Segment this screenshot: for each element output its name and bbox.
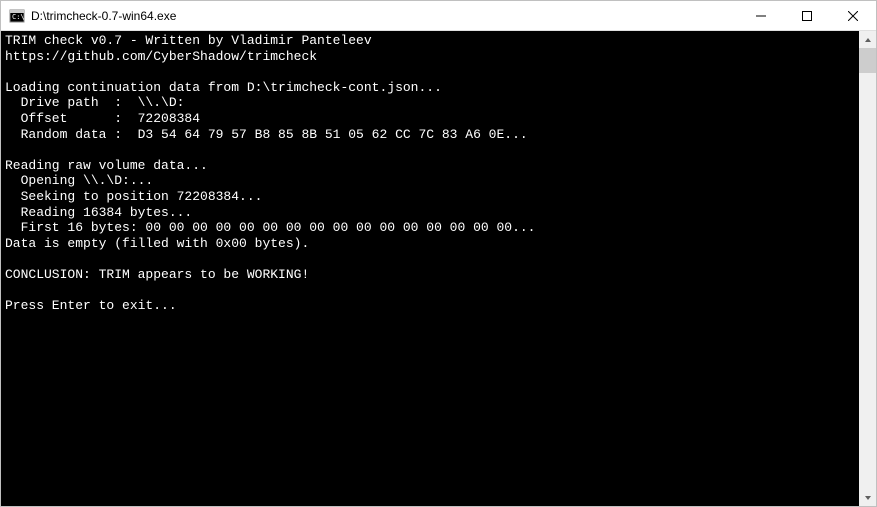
window-titlebar: C:\ D:\trimcheck-0.7-win64.exe xyxy=(1,1,876,31)
minimize-button[interactable] xyxy=(738,1,784,30)
console-line: Loading continuation data from D:\trimch… xyxy=(5,80,855,96)
console-line: TRIM check v0.7 - Written by Vladimir Pa… xyxy=(5,33,855,49)
scrollbar-track[interactable] xyxy=(859,48,876,489)
console-line: https://github.com/CyberShadow/trimcheck xyxy=(5,49,855,65)
console-line xyxy=(5,142,855,158)
scroll-down-button[interactable] xyxy=(859,489,876,506)
console-line xyxy=(5,283,855,299)
console-line: Seeking to position 72208384... xyxy=(5,189,855,205)
console-area: TRIM check v0.7 - Written by Vladimir Pa… xyxy=(1,31,876,506)
console-line xyxy=(5,251,855,267)
app-icon: C:\ xyxy=(9,8,25,24)
close-button[interactable] xyxy=(830,1,876,30)
console-line: Data is empty (filled with 0x00 bytes). xyxy=(5,236,855,252)
svg-text:C:\: C:\ xyxy=(12,13,25,21)
console-line: CONCLUSION: TRIM appears to be WORKING! xyxy=(5,267,855,283)
console-line: Drive path : \\.\D: xyxy=(5,95,855,111)
console-line: Reading 16384 bytes... xyxy=(5,205,855,221)
console-output[interactable]: TRIM check v0.7 - Written by Vladimir Pa… xyxy=(1,31,859,506)
console-line: First 16 bytes: 00 00 00 00 00 00 00 00 … xyxy=(5,220,855,236)
console-line: Reading raw volume data... xyxy=(5,158,855,174)
console-line: Random data : D3 54 64 79 57 B8 85 8B 51… xyxy=(5,127,855,143)
scrollbar-thumb[interactable] xyxy=(859,48,876,73)
scroll-up-button[interactable] xyxy=(859,31,876,48)
window-controls xyxy=(738,1,876,30)
vertical-scrollbar[interactable] xyxy=(859,31,876,506)
window-title: D:\trimcheck-0.7-win64.exe xyxy=(31,9,738,23)
console-line: Press Enter to exit... xyxy=(5,298,855,314)
console-line xyxy=(5,64,855,80)
console-line: Offset : 72208384 xyxy=(5,111,855,127)
console-line: Opening \\.\D:... xyxy=(5,173,855,189)
maximize-button[interactable] xyxy=(784,1,830,30)
